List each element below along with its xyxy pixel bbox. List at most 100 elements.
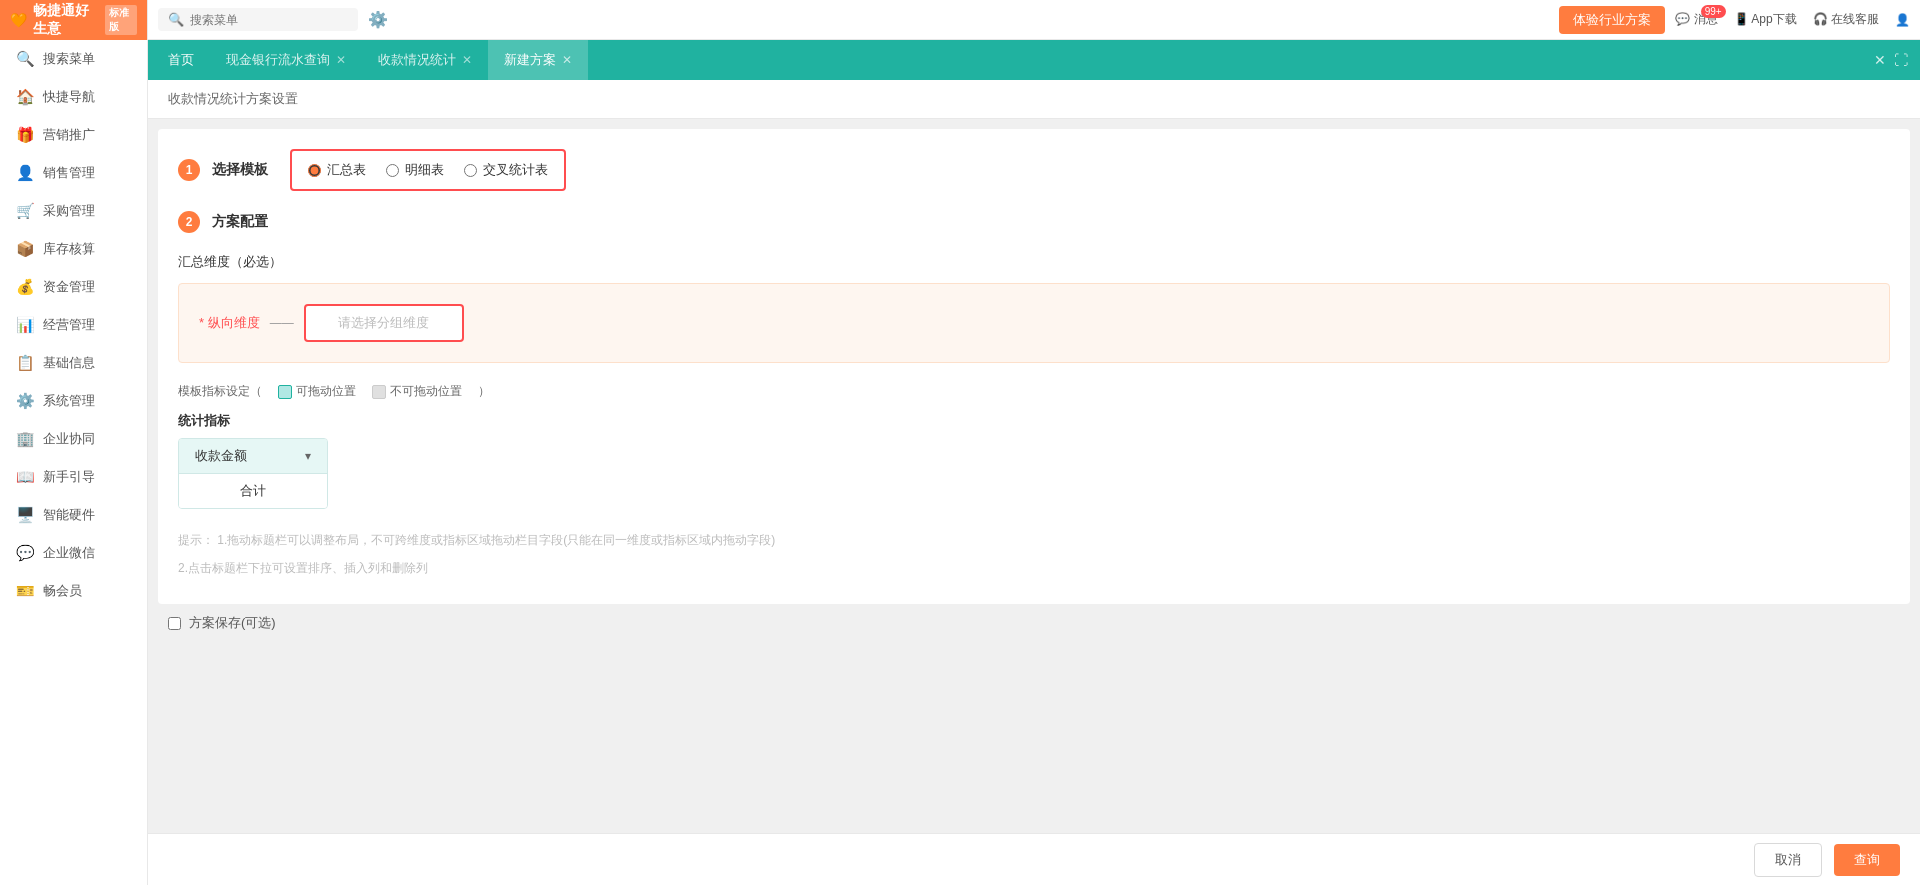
footer: 取消 查询	[148, 833, 1920, 885]
sidebar-item-purchase[interactable]: 🛒 采购管理	[0, 192, 147, 230]
indicator-col-label: 收款金额	[195, 447, 247, 465]
sidebar-item-operations[interactable]: 📊 经营管理	[0, 306, 147, 344]
legend-draggable-label: 可拖动位置	[296, 383, 356, 400]
indicator-dropdown-icon[interactable]: ▾	[305, 449, 311, 463]
indicator-header[interactable]: 收款金额 ▾	[179, 439, 327, 474]
radio-detail-input[interactable]	[386, 164, 399, 177]
tab-receipt-stats[interactable]: 收款情况统计 ✕	[362, 40, 488, 80]
radio-detail[interactable]: 明细表	[386, 161, 444, 179]
arrow-icon: ——	[270, 316, 294, 330]
search-menu-icon: 🔍	[16, 50, 35, 68]
vertical-dimension-row: * 纵向维度 —— 请选择分组维度	[199, 304, 464, 342]
tab-home[interactable]: 首页	[152, 40, 210, 80]
radio-summary-input[interactable]	[308, 164, 321, 177]
member-icon: 🎫	[16, 582, 35, 600]
logo-icon: 🧡	[10, 12, 27, 28]
sidebar-item-label: 智能硬件	[43, 506, 95, 524]
sidebar-item-inventory[interactable]: 📦 库存核算	[0, 230, 147, 268]
dimension-placeholder: 请选择分组维度	[338, 315, 429, 330]
maximize-icon[interactable]: ⛶	[1894, 52, 1908, 68]
sidebar-item-system[interactable]: ⚙️ 系统管理	[0, 382, 147, 420]
indicator-table: 收款金额 ▾ 合计	[178, 438, 328, 509]
cancel-button[interactable]: 取消	[1754, 843, 1822, 877]
sidebar-item-basic-info[interactable]: 📋 基础信息	[0, 344, 147, 382]
step1-label: 选择模板	[212, 161, 268, 179]
sidebar-item-member[interactable]: 🎫 畅会员	[0, 572, 147, 610]
sidebar-item-label: 经营管理	[43, 316, 95, 334]
search-icon: 🔍	[168, 12, 184, 27]
tab-bank-flow[interactable]: 现金银行流水查询 ✕	[210, 40, 362, 80]
indicator-legend: 模板指标设定（ 可拖动位置 不可拖动位置 ）	[178, 383, 1890, 400]
download-link[interactable]: 📱 App下载	[1734, 11, 1797, 28]
message-icon: 💬	[1675, 12, 1690, 26]
purchase-icon: 🛒	[16, 202, 35, 220]
step1-row: 1 选择模板 汇总表 明细表 交叉统计表	[178, 149, 1890, 191]
app-badge: 标准版	[105, 5, 137, 35]
sidebar-item-smart-hw[interactable]: 🖥️ 智能硬件	[0, 496, 147, 534]
dimension-select[interactable]: 请选择分组维度	[304, 304, 464, 342]
service-link[interactable]: 🎧 在线客服	[1813, 11, 1879, 28]
legend-draggable: 可拖动位置	[278, 383, 356, 400]
sidebar: 🧡 畅捷通好生意 标准版 🔍 搜索菜单 🏠 快捷导航 🎁 营销推广 👤 销售管理…	[0, 0, 148, 885]
tab-new-plan[interactable]: 新建方案 ✕	[488, 40, 588, 80]
user-info[interactable]: 👤	[1895, 13, 1910, 27]
page-title: 收款情况统计方案设置	[168, 91, 298, 106]
topbar-actions: 💬 99+ 消息 📱 App下载 🎧 在线客服 👤	[1675, 11, 1910, 28]
radio-cross-input[interactable]	[464, 164, 477, 177]
system-icon: ⚙️	[16, 392, 35, 410]
radio-summary-label: 汇总表	[327, 161, 366, 179]
tab-home-label: 首页	[168, 51, 194, 69]
indicator-total-row: 合计	[179, 474, 327, 508]
sidebar-item-capital[interactable]: 💰 资金管理	[0, 268, 147, 306]
sidebar-item-marketing[interactable]: 🎁 营销推广	[0, 116, 147, 154]
message-badge[interactable]: 💬 99+ 消息	[1675, 11, 1717, 28]
indicator-title: 统计指标	[178, 412, 1890, 430]
step1-number: 1	[178, 159, 200, 181]
sales-icon: 👤	[16, 164, 35, 182]
sidebar-item-quick-nav[interactable]: 🏠 快捷导航	[0, 78, 147, 116]
radio-cross[interactable]: 交叉统计表	[464, 161, 548, 179]
template-select-box: 汇总表 明细表 交叉统计表	[290, 149, 566, 191]
tabbar: 首页 现金银行流水查询 ✕ 收款情况统计 ✕ 新建方案 ✕ ✕ ⛶	[148, 40, 1920, 80]
app-logo: 🧡 畅捷通好生意 标准版	[0, 0, 147, 40]
save-label: 方案保存(可选)	[189, 614, 276, 632]
search-input[interactable]	[190, 13, 330, 27]
dimension-section-title: 汇总维度（必选）	[178, 253, 1890, 271]
gift-icon: 🎁	[16, 126, 35, 144]
tab-receipt-stats-label: 收款情况统计	[378, 51, 456, 69]
close-window-icon[interactable]: ✕	[1874, 52, 1886, 68]
sidebar-item-sales[interactable]: 👤 销售管理	[0, 154, 147, 192]
tab-receipt-stats-close[interactable]: ✕	[462, 53, 472, 67]
capital-icon: 💰	[16, 278, 35, 296]
tab-new-plan-label: 新建方案	[504, 51, 556, 69]
sidebar-item-label: 搜索菜单	[43, 50, 95, 68]
tab-bank-flow-close[interactable]: ✕	[336, 53, 346, 67]
tab-new-plan-close[interactable]: ✕	[562, 53, 572, 67]
save-checkbox[interactable]	[168, 617, 181, 630]
sidebar-item-guide[interactable]: 📖 新手引导	[0, 458, 147, 496]
draggable-icon	[278, 385, 292, 399]
step2-label: 方案配置	[212, 213, 268, 231]
operations-icon: 📊	[16, 316, 35, 334]
gear-icon[interactable]: ⚙️	[368, 10, 388, 29]
sidebar-item-label: 新手引导	[43, 468, 95, 486]
inventory-icon: 📦	[16, 240, 35, 258]
sidebar-item-label: 快捷导航	[43, 88, 95, 106]
sidebar-item-wechat[interactable]: 💬 企业微信	[0, 534, 147, 572]
sidebar-item-label: 营销推广	[43, 126, 95, 144]
trial-button[interactable]: 体验行业方案	[1559, 6, 1665, 34]
tip-2: 2.点击标题栏下拉可设置排序、插入列和删除列	[178, 556, 1890, 580]
wechat-icon: 💬	[16, 544, 35, 562]
sidebar-item-label: 系统管理	[43, 392, 95, 410]
query-button[interactable]: 查询	[1834, 844, 1900, 876]
sidebar-item-search-menu[interactable]: 🔍 搜索菜单	[0, 40, 147, 78]
search-box[interactable]: 🔍	[158, 8, 358, 31]
radio-cross-label: 交叉统计表	[483, 161, 548, 179]
sidebar-item-enterprise[interactable]: 🏢 企业协同	[0, 420, 147, 458]
radio-summary[interactable]: 汇总表	[308, 161, 366, 179]
smart-hw-icon: 🖥️	[16, 506, 35, 524]
content-area: 收款情况统计方案设置 1 选择模板 汇总表 明细表	[148, 80, 1920, 833]
dimension-grid: * 纵向维度 —— 请选择分组维度	[178, 283, 1890, 363]
basic-info-icon: 📋	[16, 354, 35, 372]
indicator-legend-label: 模板指标设定（	[178, 383, 262, 400]
